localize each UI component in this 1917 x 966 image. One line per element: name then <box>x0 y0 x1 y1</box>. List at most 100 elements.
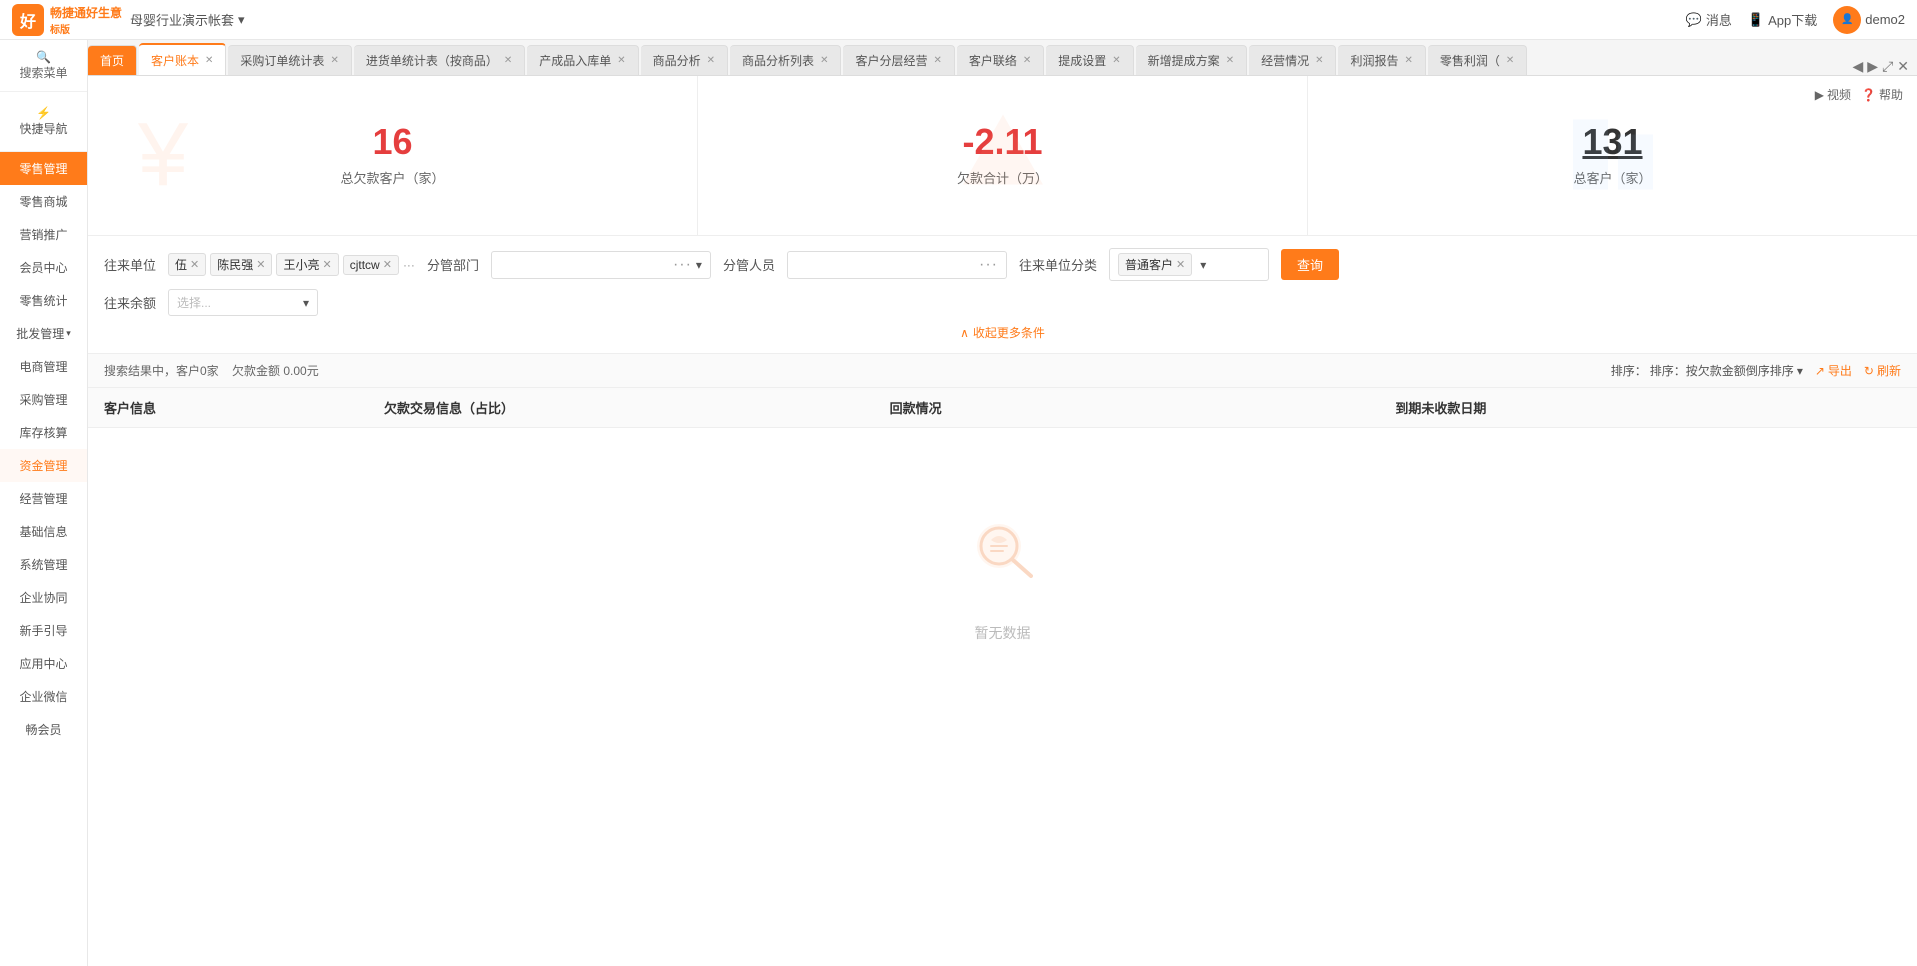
download-icon: 📱 <box>1748 12 1764 28</box>
tab-home[interactable]: 首页 <box>88 45 137 75</box>
help-button[interactable]: ❓ 帮助 <box>1861 86 1903 103</box>
filter-tag-wang-close[interactable]: ✕ <box>323 258 332 271</box>
sidebar: 🔍 搜索菜单 ⚡ 快捷导航 零售管理 零售商城 营销推广 会员中心 零售统计 批… <box>0 40 88 966</box>
tab-close-production-entry[interactable]: ✕ <box>617 55 625 66</box>
sidebar-item-new-guide[interactable]: 新手引导 <box>0 614 87 647</box>
filter-unit-label: 往来单位 <box>104 255 156 274</box>
sidebar-item-enterprise-collab[interactable]: 企业协同 <box>0 581 87 614</box>
filter-tag-wu-close[interactable]: ✕ <box>190 258 199 271</box>
tab-close-reminder-settings[interactable]: ✕ <box>1112 55 1120 66</box>
sidebar-item-basic-info[interactable]: 基础信息 <box>0 515 87 548</box>
search-icon: 🔍 <box>8 50 79 64</box>
filter-dept-select[interactable]: ··· ▾ <box>491 251 711 279</box>
tab-close-business-situation[interactable]: ✕ <box>1315 55 1323 66</box>
filter-person-select[interactable]: ··· <box>787 251 1007 279</box>
sidebar-item-wholesale-mgmt[interactable]: 批发管理 ▾ <box>0 317 87 350</box>
dept-dots[interactable]: ··· <box>673 256 692 274</box>
sidebar-item-system-mgmt[interactable]: 系统管理 <box>0 548 87 581</box>
sidebar-item-member-center[interactable]: 会员中心 <box>0 251 87 284</box>
filter-tag-chen: 陈民强 ✕ <box>210 253 272 276</box>
tab-expand[interactable]: ⤢ <box>1882 58 1893 75</box>
query-button[interactable]: 查询 <box>1281 249 1339 280</box>
chevron-up-icon: ∧ <box>960 326 969 340</box>
person-dots[interactable]: ··· <box>979 256 998 274</box>
sidebar-item-business-mgmt[interactable]: 经营管理 <box>0 482 87 515</box>
tab-customer-tier[interactable]: 客户分层经营 ✕ <box>843 45 954 75</box>
sidebar-item-retail-stats[interactable]: 零售统计 <box>0 284 87 317</box>
tab-controls: ◀ ▶ ⤢ ✕ <box>1853 58 1917 75</box>
page-content: ▶ 视频 ❓ 帮助 ¥ 16 总欠款客户（家） <box>88 76 1917 966</box>
sidebar-item-app-center[interactable]: 应用中心 <box>0 647 87 680</box>
chevron-down-icon: ▾ <box>238 12 245 28</box>
tab-customer-account[interactable]: 客户账本 ✕ <box>139 43 226 75</box>
sidebar-item-finance-mgmt[interactable]: 资金管理 <box>0 449 87 482</box>
tab-customer-contact[interactable]: 客户联络 ✕ <box>957 45 1044 75</box>
tab-bar: 首页 客户账本 ✕ 采购订单统计表 ✕ 进货单统计表（按商品） ✕ 产成品入库单… <box>88 40 1917 76</box>
empty-icon <box>963 508 1043 603</box>
filter-balance-select[interactable]: 选择... ▾ <box>168 289 318 316</box>
tab-close-customer-tier[interactable]: ✕ <box>933 55 941 66</box>
tab-close-purchase-stat[interactable]: ✕ <box>504 55 512 66</box>
tab-scroll-right[interactable]: ▶ <box>1867 58 1878 75</box>
filter-tag-normal-customer-close[interactable]: ✕ <box>1176 258 1185 271</box>
filter-dept-label: 分管部门 <box>427 255 479 274</box>
stats-row: ▶ 视频 ❓ 帮助 ¥ 16 总欠款客户（家） <box>88 76 1917 236</box>
tab-purchase-order-stat[interactable]: 采购订单统计表 ✕ <box>228 45 351 75</box>
sort-select[interactable]: 排序： 排序：按欠款金额倒序排序 ▾ <box>1611 362 1803 379</box>
sidebar-item-enterprise-wechat[interactable]: 企业微信 <box>0 680 87 713</box>
col-payment-status: 回款情况 <box>890 398 1396 417</box>
tab-close-purchase-order-stat[interactable]: ✕ <box>330 55 338 66</box>
logo-text: 畅捷通好生意 标版 <box>50 4 122 36</box>
tab-close-profit-report[interactable]: ✕ <box>1405 55 1413 66</box>
results-bar: 搜索结果中，客户0家 欠款金额 0.00元 排序： 排序：按欠款金额倒序排序 ▾… <box>88 354 1917 388</box>
user-menu[interactable]: 👤 demo2 <box>1833 6 1905 34</box>
tab-profit-report[interactable]: 利润报告 ✕ <box>1338 45 1425 75</box>
empty-text: 暂无数据 <box>975 623 1031 643</box>
sidebar-item-inventory[interactable]: 库存核算 <box>0 416 87 449</box>
export-button[interactable]: ↗ 导出 <box>1815 362 1852 379</box>
sidebar-item-purchase-mgmt[interactable]: 采购管理 <box>0 383 87 416</box>
tab-close-customer-account[interactable]: ✕ <box>205 55 213 66</box>
sidebar-item-retail-mgmt[interactable]: 零售管理 <box>0 152 87 185</box>
tab-business-situation[interactable]: 经营情况 ✕ <box>1249 45 1336 75</box>
message-icon: 💬 <box>1686 12 1702 28</box>
tab-close-customer-contact[interactable]: ✕ <box>1023 55 1031 66</box>
sidebar-item-search-menu[interactable]: 🔍 搜索菜单 <box>0 40 87 92</box>
topbar-left: 好 畅捷通好生意 标版 母婴行业演示帐套 ▾ <box>12 4 245 36</box>
sidebar-item-member[interactable]: 畅会员 <box>0 713 87 746</box>
refresh-button[interactable]: ↻ 刷新 <box>1864 362 1901 379</box>
logo-icon: 好 <box>12 4 44 36</box>
sidebar-item-retail-mall[interactable]: 零售商城 <box>0 185 87 218</box>
tab-close-add-achievement[interactable]: ✕ <box>1226 55 1234 66</box>
topbar-right: 💬 消息 📱 App下载 👤 demo2 <box>1686 6 1905 34</box>
tab-add-achievement[interactable]: 新增提成方案 ✕ <box>1136 45 1247 75</box>
filter-unit-class-select[interactable]: 普通客户 ✕ ▾ <box>1109 248 1269 281</box>
collapse-button[interactable]: ∧ 收起更多条件 <box>960 324 1045 341</box>
chevron-down-unit-class: ▾ <box>1200 258 1206 272</box>
filter-tag-wang: 王小亮 ✕ <box>276 253 338 276</box>
tab-goods-analysis[interactable]: 商品分析 ✕ <box>641 45 728 75</box>
tab-close-all[interactable]: ✕ <box>1897 58 1909 75</box>
tab-purchase-stat[interactable]: 进货单统计表（按商品） ✕ <box>354 45 525 75</box>
tab-retail-profit[interactable]: 零售利润（ ✕ <box>1428 45 1527 75</box>
filter-more-button[interactable]: ··· <box>403 258 415 272</box>
tab-close-goods-analysis-list[interactable]: ✕ <box>820 55 828 66</box>
stat-label-debt-customers: 总欠款客户（家） <box>340 168 444 187</box>
messages-button[interactable]: 💬 消息 <box>1686 10 1732 29</box>
filter-tag-chen-close[interactable]: ✕ <box>256 258 265 271</box>
sidebar-item-ecommerce-mgmt[interactable]: 电商管理 <box>0 350 87 383</box>
tab-close-retail-profit[interactable]: ✕ <box>1506 55 1514 66</box>
tab-production-entry[interactable]: 产成品入库单 ✕ <box>527 45 638 75</box>
tab-reminder-settings[interactable]: 提成设置 ✕ <box>1046 45 1133 75</box>
sidebar-item-marketing[interactable]: 营销推广 <box>0 218 87 251</box>
tab-goods-analysis-list[interactable]: 商品分析列表 ✕ <box>730 45 841 75</box>
chevron-down-dept: ▾ <box>696 258 702 272</box>
filter-balance-label: 往来余额 <box>104 293 156 312</box>
tab-close-goods-analysis[interactable]: ✕ <box>707 55 715 66</box>
demo-selector[interactable]: 母婴行业演示帐套 ▾ <box>130 10 245 29</box>
app-download-button[interactable]: 📱 App下载 <box>1748 10 1817 29</box>
filter-tag-cjttcw-close[interactable]: ✕ <box>383 258 392 271</box>
video-button[interactable]: ▶ 视频 <box>1815 86 1851 103</box>
tab-scroll-left[interactable]: ◀ <box>1853 58 1864 75</box>
sidebar-item-quick-nav[interactable]: ⚡ 快捷导航 <box>0 98 87 145</box>
